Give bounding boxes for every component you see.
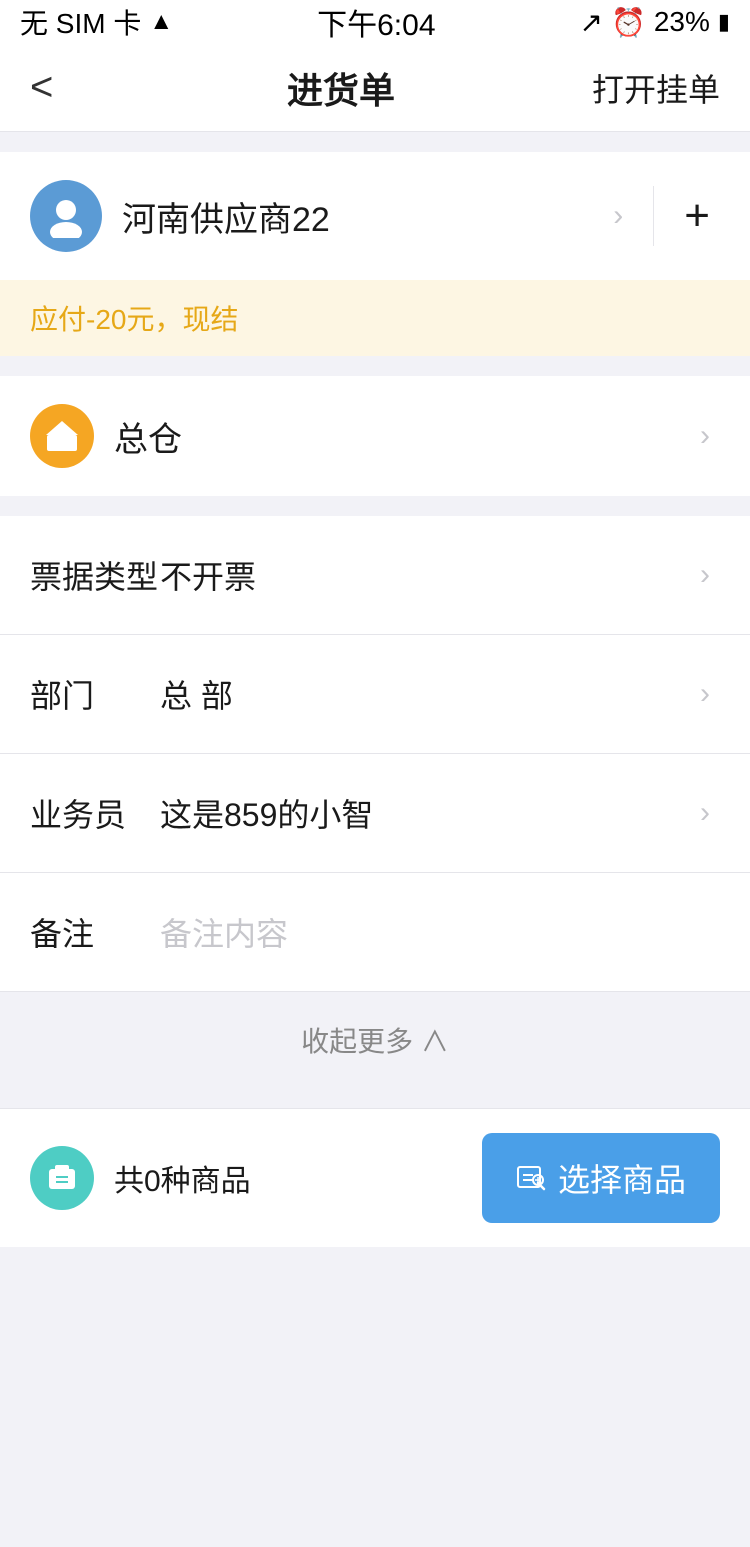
remark-label: 备注 — [30, 909, 160, 955]
salesperson-value: 这是859的小智 — [160, 790, 700, 836]
section-gap-3 — [0, 496, 750, 516]
page-title: 进货单 — [287, 62, 395, 114]
carrier-label: 无 SIM 卡 — [20, 2, 141, 42]
department-row[interactable]: 部门 总 部 › — [0, 635, 750, 754]
supplier-chevron-icon: › — [613, 199, 623, 233]
invoice-type-value: 不开票 — [160, 552, 700, 598]
battery-icon: ▮ — [718, 9, 730, 35]
department-chevron-icon: › — [700, 677, 710, 711]
divider — [653, 186, 654, 246]
department-label: 部门 — [30, 671, 160, 717]
invoice-type-chevron-icon: › — [700, 558, 710, 592]
supplier-name: 河南供应商22 — [122, 192, 613, 241]
open-pending-button[interactable]: 打开挂单 — [592, 65, 720, 111]
status-right: ↗ ⏰ 23% ▮ — [580, 6, 731, 39]
form-section: 票据类型 不开票 › 部门 总 部 › 业务员 这是859的小智 › 备注 备注… — [0, 516, 750, 991]
add-supplier-button[interactable]: + — [674, 191, 720, 241]
section-gap-4 — [0, 1088, 750, 1108]
product-icon — [43, 1159, 81, 1197]
invoice-type-label: 票据类型 — [30, 552, 160, 598]
warehouse-icon-wrap — [30, 404, 94, 468]
section-gap-1 — [0, 132, 750, 152]
location-icon: ↗ — [580, 6, 603, 39]
supplier-row[interactable]: 河南供应商22 › + — [0, 152, 750, 280]
select-product-label: 选择商品 — [558, 1155, 686, 1201]
status-left: 无 SIM 卡 ▲ — [20, 2, 173, 42]
salesperson-chevron-icon: › — [700, 796, 710, 830]
warehouse-icon — [43, 417, 81, 455]
supplier-avatar — [30, 180, 102, 252]
warehouse-section: 总仓 › — [0, 376, 750, 496]
collapse-label: 收起更多 ∧ — [301, 1020, 449, 1060]
status-time: 下午6:04 — [317, 0, 435, 44]
warehouse-name: 总仓 — [114, 412, 700, 461]
notice-bar: 应付-20元，现结 — [0, 280, 750, 356]
warehouse-chevron-icon: › — [700, 419, 710, 453]
salesperson-row[interactable]: 业务员 这是859的小智 › — [0, 754, 750, 873]
collapse-row[interactable]: 收起更多 ∧ — [0, 991, 750, 1088]
nav-bar: < 进货单 打开挂单 — [0, 44, 750, 132]
battery-label: 23% — [654, 6, 710, 38]
invoice-type-row[interactable]: 票据类型 不开票 › — [0, 516, 750, 635]
remark-input[interactable]: 备注内容 — [160, 909, 720, 955]
select-product-button[interactable]: 选择商品 — [482, 1133, 720, 1223]
alarm-icon: ⏰ — [611, 6, 646, 39]
page-background — [0, 1247, 750, 1547]
notice-text: 应付-20元，现结 — [30, 304, 238, 335]
warehouse-row[interactable]: 总仓 › — [0, 376, 750, 496]
wifi-icon: ▲ — [149, 8, 173, 36]
remark-row[interactable]: 备注 备注内容 — [0, 873, 750, 991]
salesperson-label: 业务员 — [30, 790, 160, 836]
select-product-icon — [516, 1163, 546, 1193]
status-bar: 无 SIM 卡 ▲ 下午6:04 ↗ ⏰ 23% ▮ — [0, 0, 750, 44]
avatar-icon — [30, 180, 102, 252]
product-count-label: 共0种商品 — [114, 1156, 482, 1200]
back-button[interactable]: < — [30, 65, 90, 110]
department-value: 总 部 — [160, 671, 700, 717]
product-icon-wrap — [30, 1146, 94, 1210]
bottom-bar: 共0种商品 选择商品 — [0, 1108, 750, 1247]
supplier-section: 河南供应商22 › + 应付-20元，现结 — [0, 152, 750, 356]
section-gap-2 — [0, 356, 750, 376]
